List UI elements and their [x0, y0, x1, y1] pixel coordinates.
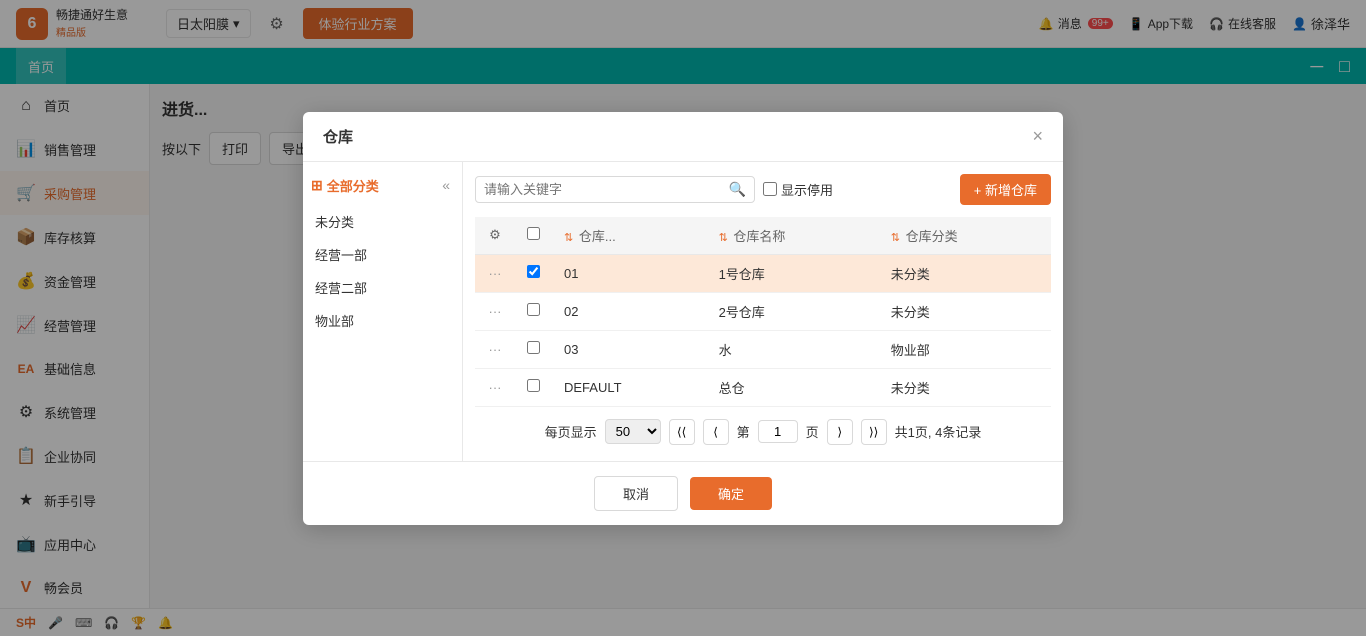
table-row[interactable]: ··· 01 1号仓库 未分类 — [475, 254, 1051, 292]
page-input[interactable] — [758, 420, 798, 443]
row-code: 02 — [552, 292, 707, 330]
col-settings: ⚙ — [475, 217, 515, 255]
next-page-button[interactable]: ⟩ — [827, 419, 853, 445]
category-item-dept1[interactable]: 经营一部 — [303, 238, 462, 271]
search-bar: 🔍 显示停用 + 新增仓库 — [475, 174, 1051, 205]
last-page-button[interactable]: ⟩⟩ — [861, 419, 887, 445]
row-checkbox-cell — [515, 368, 552, 406]
col-category: ⇅ 仓库分类 — [879, 217, 1051, 255]
table-row[interactable]: ··· 03 水 物业部 — [475, 330, 1051, 368]
row-name: 水 — [707, 330, 879, 368]
col-checkbox — [515, 217, 552, 255]
row-actions: ··· — [475, 330, 515, 368]
warehouse-dialog: 仓库 × ⊞ 全部分类 « 未分类 经营一部 — [303, 112, 1063, 525]
row-name: 总仓 — [707, 368, 879, 406]
category-item-dept2[interactable]: 经营二部 — [303, 271, 462, 304]
row-name: 2号仓库 — [707, 292, 879, 330]
row-checkbox[interactable] — [527, 379, 540, 392]
row-actions: ··· — [475, 254, 515, 292]
row-category: 未分类 — [879, 292, 1051, 330]
left-panel-header: ⊞ 全部分类 « — [303, 170, 462, 201]
row-actions: ··· — [475, 292, 515, 330]
collapse-button[interactable]: « — [442, 177, 450, 193]
search-input[interactable] — [484, 182, 729, 197]
show-disabled-checkbox[interactable] — [763, 182, 777, 196]
table-wrap: ⚙ ⇅ 仓库... ⇅ 仓库名称 — [475, 217, 1051, 407]
category-item-uncategorized[interactable]: 未分类 — [303, 205, 462, 238]
dialog-title: 仓库 — [323, 126, 353, 147]
dialog-header: 仓库 × — [303, 112, 1063, 162]
sort-icon-code: ⇅ — [564, 232, 573, 244]
confirm-button[interactable]: 确定 — [690, 477, 772, 510]
show-disabled-label: 显示停用 — [763, 180, 833, 199]
row-category: 物业部 — [879, 330, 1051, 368]
sort-icon-category: ⇅ — [891, 232, 900, 244]
search-input-wrap: 🔍 — [475, 176, 755, 203]
all-category[interactable]: ⊞ 全部分类 — [311, 176, 379, 195]
first-page-button[interactable]: ⟨⟨ — [669, 419, 695, 445]
category-item-property[interactable]: 物业部 — [303, 304, 462, 337]
row-category: 未分类 — [879, 368, 1051, 406]
dialog-footer: 取消 确定 — [303, 461, 1063, 525]
col-name: ⇅ 仓库名称 — [707, 217, 879, 255]
row-name: 1号仓库 — [707, 254, 879, 292]
page-size-select[interactable]: 50 20 100 — [605, 419, 661, 444]
row-code: 03 — [552, 330, 707, 368]
table-row[interactable]: ··· DEFAULT 总仓 未分类 — [475, 368, 1051, 406]
sort-icon-name: ⇅ — [719, 232, 728, 244]
row-checkbox-cell — [515, 292, 552, 330]
dialog-overlay: 仓库 × ⊞ 全部分类 « 未分类 经营一部 — [0, 0, 1366, 636]
dialog-body: ⊞ 全部分类 « 未分类 经营一部 经营二部 物业部 — [303, 162, 1063, 461]
table-header-row: ⚙ ⇅ 仓库... ⇅ 仓库名称 — [475, 217, 1051, 255]
prev-page-button[interactable]: ⟨ — [703, 419, 729, 445]
row-checkbox[interactable] — [527, 303, 540, 316]
row-code: 01 — [552, 254, 707, 292]
left-panel: ⊞ 全部分类 « 未分类 经营一部 经营二部 物业部 — [303, 162, 463, 461]
grid-icon: ⊞ — [311, 177, 323, 194]
warehouse-table: ⚙ ⇅ 仓库... ⇅ 仓库名称 — [475, 217, 1051, 407]
dialog-close-button[interactable]: × — [1032, 127, 1043, 145]
right-panel: 🔍 显示停用 + 新增仓库 ⚙ — [463, 162, 1063, 461]
add-warehouse-button[interactable]: + 新增仓库 — [960, 174, 1051, 205]
select-all-checkbox[interactable] — [527, 227, 540, 240]
col-code: ⇅ 仓库... — [552, 217, 707, 255]
row-category: 未分类 — [879, 254, 1051, 292]
row-checkbox-cell — [515, 330, 552, 368]
row-code: DEFAULT — [552, 368, 707, 406]
search-icon: 🔍 — [729, 181, 746, 198]
row-checkbox[interactable] — [527, 265, 540, 278]
row-actions: ··· — [475, 368, 515, 406]
cancel-button[interactable]: 取消 — [594, 476, 678, 511]
table-row[interactable]: ··· 02 2号仓库 未分类 — [475, 292, 1051, 330]
row-checkbox[interactable] — [527, 341, 540, 354]
pagination: 每页显示 50 20 100 ⟨⟨ ⟨ 第 页 ⟩ ⟩⟩ 共1页, 4条记录 — [475, 407, 1051, 449]
row-checkbox-cell — [515, 254, 552, 292]
total-label: 共1页, 4条记录 — [895, 422, 982, 441]
